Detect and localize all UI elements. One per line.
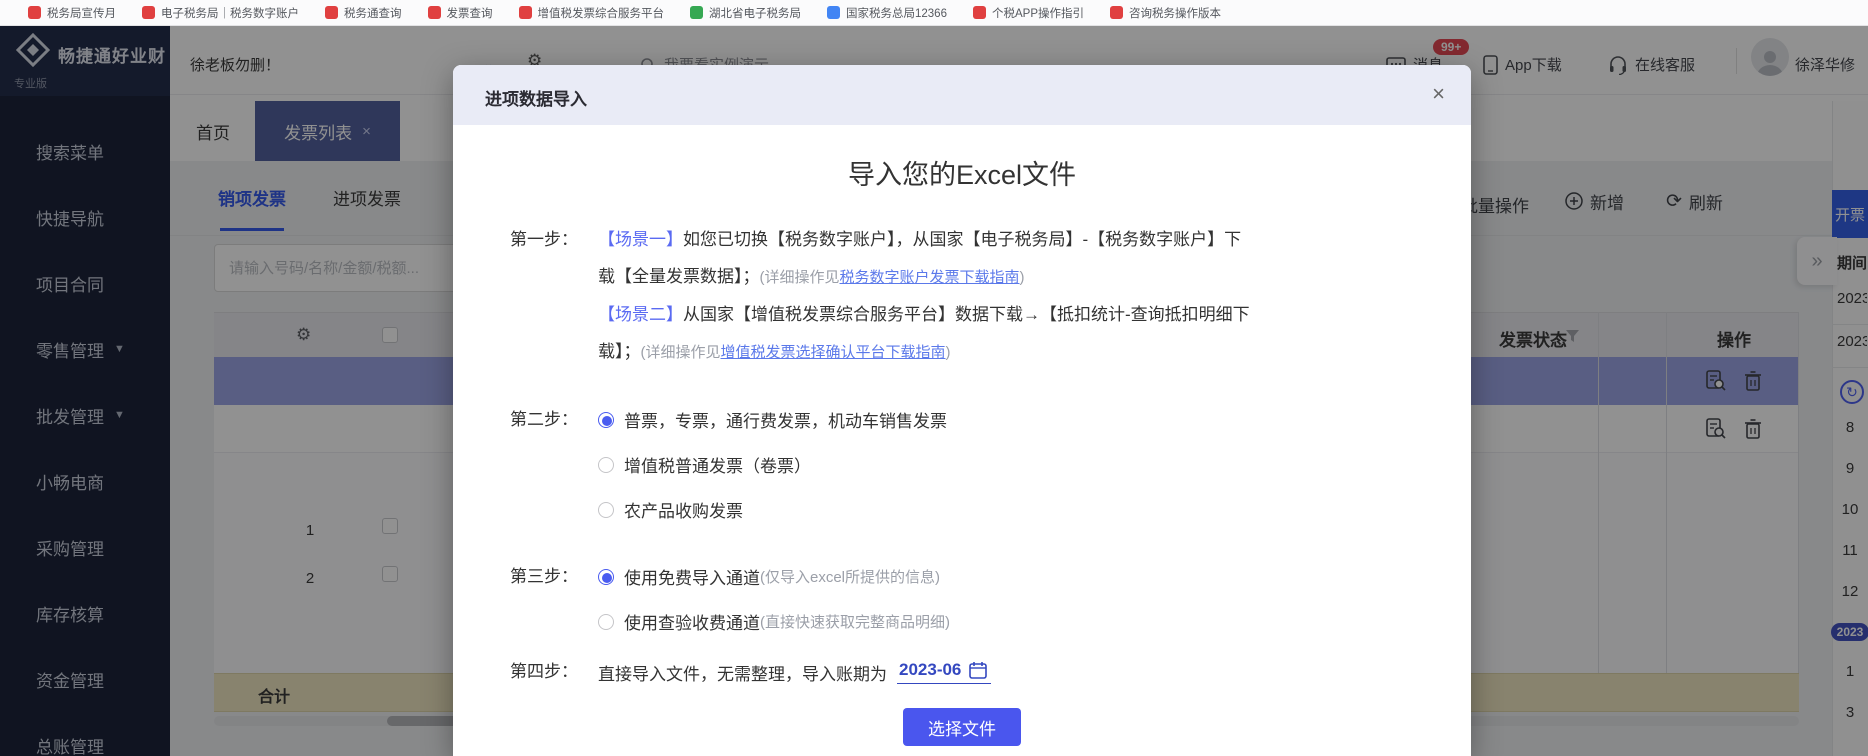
bookmark-label: 税务局宣传月 xyxy=(47,7,116,20)
bookmark-item[interactable]: 个税APP操作指引 xyxy=(972,5,1084,21)
bookmark-label: 发票查询 xyxy=(446,7,493,20)
radio-button[interactable] xyxy=(598,456,614,473)
modal-step: 第四步： 直接导入文件，无需整理，导入账期为 2023-06 xyxy=(453,658,1471,686)
bookmark-favicon xyxy=(142,6,155,19)
bookmark-favicon xyxy=(972,6,986,19)
bookmark-favicon xyxy=(518,6,532,19)
dialog-header: 进项数据导入 × xyxy=(453,65,1471,125)
bookmark-favicon xyxy=(325,6,338,19)
step-text: 载【全量发票数据】； xyxy=(598,267,760,286)
bookmark-favicon xyxy=(1110,6,1123,19)
bookmark-favicon xyxy=(427,6,441,19)
step-text: 【场景一】 xyxy=(598,230,683,249)
close-icon[interactable]: × xyxy=(1432,82,1445,106)
step-text: 【场景二】 xyxy=(598,305,683,324)
bookmark-item[interactable]: 国家税务总局12366 xyxy=(827,5,947,21)
step-text: 使用查验收费通道 xyxy=(624,614,760,633)
import-dialog: 进项数据导入 × 导入您的Excel文件 第一步： 【场景一】如您已切换【税务数字… xyxy=(453,65,1471,756)
dialog-heading: 导入您的Excel文件 xyxy=(847,160,1077,190)
import-period-value: 2023-06 xyxy=(899,660,962,679)
bookmark-item[interactable]: 税务通查询 xyxy=(325,5,402,21)
step-row: 使用免费导入通道 (仅导入excel所提供的信息) xyxy=(598,554,1471,599)
step-text: ) xyxy=(945,344,951,361)
radio-button[interactable] xyxy=(598,501,614,518)
bookmark-label: 增值税发票综合服务平台 xyxy=(537,7,665,20)
bookmark-item[interactable]: 湖北省电子税务局 xyxy=(690,5,801,21)
step-text: (详细操作见 xyxy=(640,344,721,361)
choose-file-button[interactable]: 选择文件 xyxy=(903,708,1021,746)
dialog-title: 进项数据导入 xyxy=(485,90,587,109)
step-row: 增值税普通发票（卷票） xyxy=(598,442,1471,487)
radio-button[interactable] xyxy=(598,613,614,630)
step-label: 第一步： xyxy=(510,230,578,249)
radio-button[interactable] xyxy=(598,568,614,585)
step-text: 如您已切换【税务数字账户】，从国家【电子税务局】-【税务数字账户】下 xyxy=(683,230,1242,249)
period-date-picker[interactable]: 2023-06 xyxy=(897,660,992,684)
step-text: (直接快速获取完整商品明细) xyxy=(760,614,950,631)
step-text: 从国家【增值税发票综合服务平台】数据下载→【抵扣统计-查询抵扣明细下 xyxy=(683,305,1250,324)
guide-link[interactable]: 税务数字账户发票下载指南 xyxy=(840,269,1020,286)
steps-container: 第一步： 【场景一】如您已切换【税务数字账户】，从国家【电子税务局】-【税务数字账… xyxy=(453,221,1471,644)
dialog-body: 导入您的Excel文件 第一步： 【场景一】如您已切换【税务数字账户】，从国家【电… xyxy=(453,155,1471,746)
step-label: 第二步： xyxy=(510,410,578,429)
bookmark-favicon xyxy=(827,6,840,19)
bookmark-label: 湖北省电子税务局 xyxy=(709,7,801,20)
step-row: 载【全量发票数据】；(详细操作见税务数字账户发票下载指南) xyxy=(598,258,1471,296)
step-text: 直接导入文件，无需整理，导入账期为 xyxy=(598,664,887,684)
bookmark-label: 税务通查询 xyxy=(344,7,402,20)
step-body: 【场景一】如您已切换【税务数字账户】，从国家【电子税务局】-【税务数字账户】下载… xyxy=(598,221,1471,371)
bookmark-item[interactable]: 发票查询 xyxy=(427,5,493,21)
step-text: 载】； xyxy=(598,342,641,361)
step-row: 农产品收购发票 xyxy=(598,487,1471,532)
bookmark-item[interactable]: 电子税务局｜税务数字账户 xyxy=(142,5,299,21)
step-text: 农产品收购发票 xyxy=(624,502,743,521)
calendar-icon xyxy=(969,662,988,679)
bookmark-label: 个税APP操作指引 xyxy=(991,7,1084,20)
step-text: (仅导入excel所提供的信息) xyxy=(760,569,941,586)
modal-step: 第一步： 【场景一】如您已切换【税务数字账户】，从国家【电子税务局】-【税务数字账… xyxy=(453,221,1471,371)
step-row: 普票，专票，通行费发票，机动车销售发票 xyxy=(598,397,1471,442)
bookmark-label: 电子税务局｜税务数字账户 xyxy=(161,7,299,20)
bookmark-favicon xyxy=(28,6,41,19)
guide-link[interactable]: 增值税发票选择确认平台下载指南 xyxy=(721,344,946,361)
browser-bookmarks-bar: 税务局宣传月 电子税务局｜税务数字账户 税务通查询 发票查询 增值税发票综合服务平台 湖北… xyxy=(0,0,1868,26)
bookmark-item[interactable]: 增值税发票综合服务平台 xyxy=(518,5,665,21)
step-row: 使用查验收费通道 (直接快速获取完整商品明细) xyxy=(598,599,1471,644)
step-text: 使用免费导入通道 xyxy=(624,569,760,588)
step-text: (详细操作见 xyxy=(759,269,840,286)
bookmark-label: 国家税务总局12366 xyxy=(846,7,947,20)
bookmark-item[interactable]: 税务局宣传月 xyxy=(28,5,116,21)
modal-step: 第三步： 使用免费导入通道 (仅导入excel所提供的信息) 使用查验收费通道 (直… xyxy=(453,554,1471,644)
bookmark-label: 咨询税务操作版本 xyxy=(1129,7,1221,20)
step-label: 第三步： xyxy=(510,567,578,586)
step-row: 【场景一】如您已切换【税务数字账户】，从国家【电子税务局】-【税务数字账户】下 xyxy=(598,221,1471,258)
step-body: 使用免费导入通道 (仅导入excel所提供的信息) 使用查验收费通道 (直接快速获… xyxy=(598,554,1471,644)
radio-button[interactable] xyxy=(598,411,614,428)
modal-step: 第二步： 普票，专票，通行费发票，机动车销售发票 增值税普通发票（卷票） 农产品收购发… xyxy=(453,397,1471,532)
step-text: 普票，专票，通行费发票，机动车销售发票 xyxy=(624,412,947,431)
step-row: 【场景二】从国家【增值税发票综合服务平台】数据下载→【抵扣统计-查询抵扣明细下 xyxy=(598,296,1471,333)
step-body: 普票，专票，通行费发票，机动车销售发票 增值税普通发票（卷票） 农产品收购发票 xyxy=(598,397,1471,532)
step-text: ) xyxy=(1019,269,1025,286)
step-label: 第四步： xyxy=(510,662,578,681)
screen: 税务局宣传月 电子税务局｜税务数字账户 税务通查询 发票查询 增值税发票综合服务平台 湖北… xyxy=(0,0,1868,756)
step-text: 增值税普通发票（卷票） xyxy=(624,457,811,476)
bookmark-favicon xyxy=(690,6,703,19)
bookmark-item[interactable]: 咨询税务操作版本 xyxy=(1110,5,1221,21)
step-row: 直接导入文件，无需整理，导入账期为 2023-06 xyxy=(598,658,1471,686)
step-row: 载】；(详细操作见增值税发票选择确认平台下载指南) xyxy=(598,333,1471,371)
